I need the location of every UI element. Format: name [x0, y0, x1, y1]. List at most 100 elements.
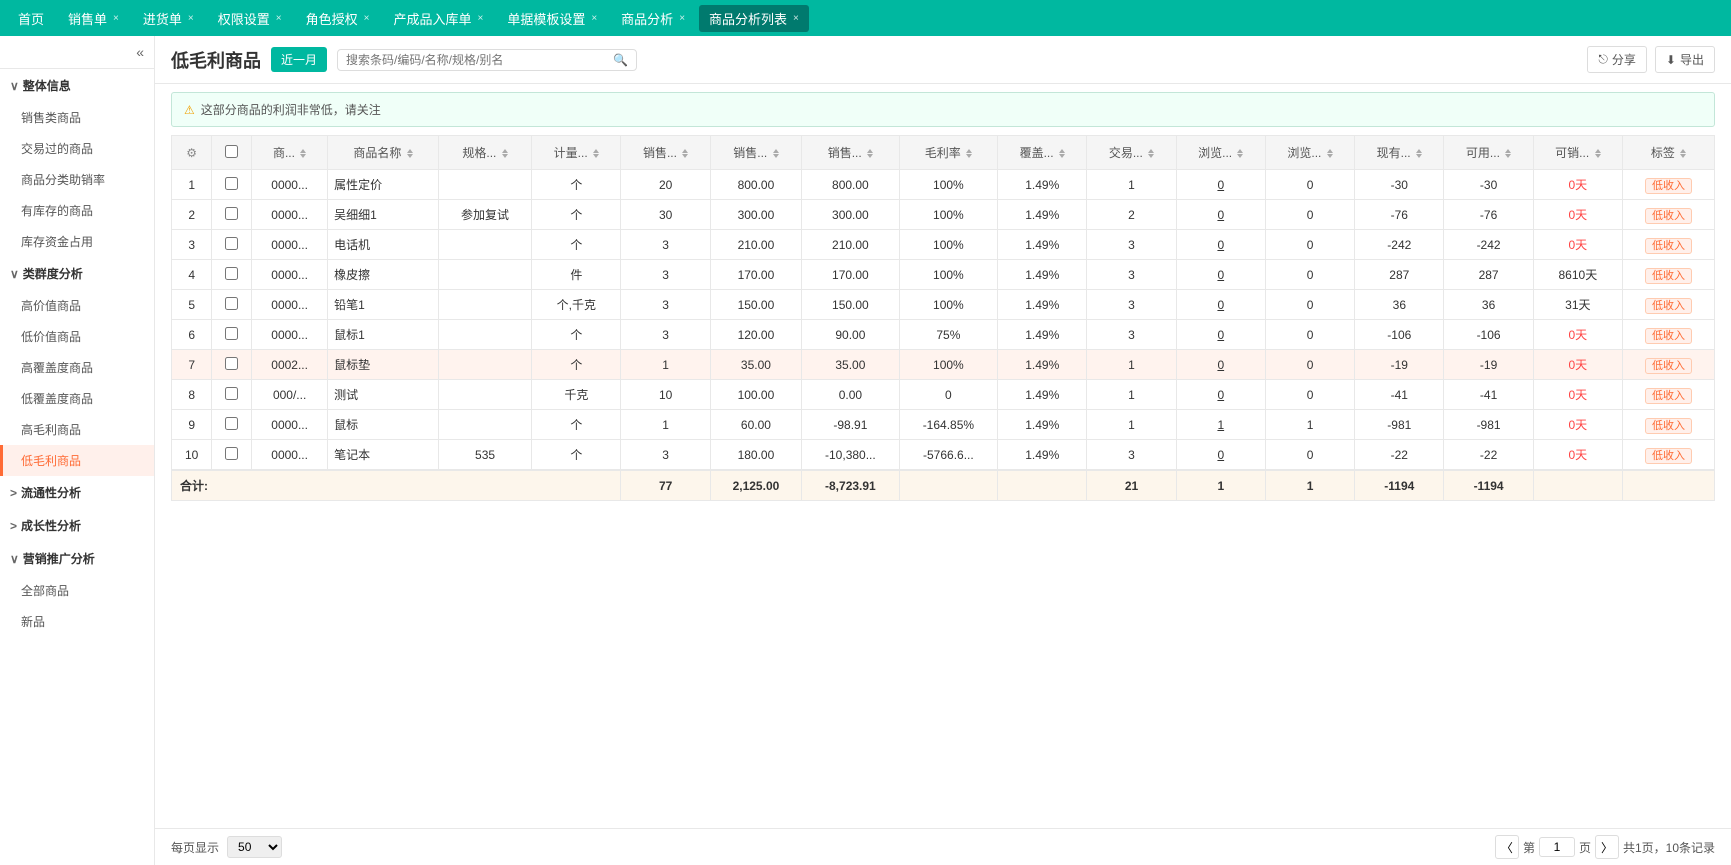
col-saleable[interactable]: 可销...: [1533, 136, 1622, 170]
group-arrow-icon: >: [10, 519, 17, 533]
nav-item-单据模板设置[interactable]: 单据模板设置×: [497, 5, 607, 32]
col-view1[interactable]: 浏览...: [1176, 136, 1265, 170]
view1-link[interactable]: 0: [1217, 448, 1224, 462]
prev-page-button[interactable]: 〈: [1495, 835, 1519, 859]
nav-close-icon[interactable]: ×: [188, 13, 194, 24]
total-transaction: 21: [1087, 470, 1176, 501]
share-button[interactable]: ⎋ 分享: [1587, 46, 1647, 73]
view1-link[interactable]: 0: [1217, 358, 1224, 372]
nav-close-icon[interactable]: ×: [793, 13, 799, 24]
row-checkbox[interactable]: [212, 350, 252, 380]
nav-close-icon[interactable]: ×: [591, 13, 597, 24]
row-view1[interactable]: 0: [1176, 440, 1265, 471]
row-checkbox[interactable]: [212, 410, 252, 440]
nav-close-icon[interactable]: ×: [679, 13, 685, 24]
row-view1[interactable]: 0: [1176, 230, 1265, 260]
sidebar-item-库存资金占用[interactable]: 库存资金占用: [0, 226, 154, 257]
nav-item-首页[interactable]: 首页: [8, 5, 54, 32]
row-sales-price: 60.00: [710, 410, 801, 440]
nav-close-icon[interactable]: ×: [113, 13, 119, 24]
view1-link[interactable]: 0: [1217, 178, 1224, 192]
row-transaction: 3: [1087, 320, 1176, 350]
col-transaction[interactable]: 交易...: [1087, 136, 1176, 170]
col-settings[interactable]: ⚙: [172, 136, 212, 170]
view1-link[interactable]: 0: [1217, 208, 1224, 222]
sidebar-item-低毛利商品[interactable]: 低毛利商品: [0, 445, 154, 476]
sidebar-item-高价值商品[interactable]: 高价值商品: [0, 290, 154, 321]
col-sales-qty[interactable]: 销售...: [621, 136, 710, 170]
view1-link[interactable]: 0: [1217, 328, 1224, 342]
next-page-button[interactable]: 〉: [1595, 835, 1619, 859]
row-checkbox[interactable]: [212, 440, 252, 471]
page-size-select[interactable]: 10 20 50 100: [227, 836, 282, 858]
row-tag: 低收入: [1622, 440, 1714, 471]
sidebar-item-商品分类助销率[interactable]: 商品分类助销率: [0, 164, 154, 195]
sidebar-item-高毛利商品[interactable]: 高毛利商品: [0, 414, 154, 445]
row-view1[interactable]: 0: [1176, 200, 1265, 230]
row-checkbox[interactable]: [212, 320, 252, 350]
view1-link[interactable]: 0: [1217, 238, 1224, 252]
nav-item-进货单[interactable]: 进货单×: [133, 5, 204, 32]
nav-item-商品分析[interactable]: 商品分析×: [611, 5, 695, 32]
col-code[interactable]: 商...: [252, 136, 328, 170]
nav-close-icon[interactable]: ×: [477, 13, 483, 24]
nav-close-icon[interactable]: ×: [364, 13, 370, 24]
sidebar-item-低价值商品[interactable]: 低价值商品: [0, 321, 154, 352]
sidebar-item-新品[interactable]: 新品: [0, 606, 154, 637]
table-row: 8 000/... 测试 千克 10 100.00 0.00 0 1.49% 1…: [172, 380, 1715, 410]
sidebar-item-销售类商品[interactable]: 销售类商品: [0, 102, 154, 133]
row-view1[interactable]: 0: [1176, 350, 1265, 380]
row-checkbox[interactable]: [212, 380, 252, 410]
col-sales-price[interactable]: 销售...: [710, 136, 801, 170]
nav-item-商品分析列表[interactable]: 商品分析列表×: [699, 5, 809, 32]
sidebar-item-全部商品[interactable]: 全部商品: [0, 575, 154, 606]
col-coverage[interactable]: 覆盖...: [998, 136, 1087, 170]
view1-link[interactable]: 0: [1217, 298, 1224, 312]
view1-link[interactable]: 1: [1217, 418, 1224, 432]
row-view1[interactable]: 0: [1176, 380, 1265, 410]
nav-item-角色授权[interactable]: 角色授权×: [296, 5, 380, 32]
col-gross-margin[interactable]: 毛利率: [899, 136, 998, 170]
sidebar-group-类群度分析[interactable]: ∨类群度分析: [0, 257, 154, 290]
col-current-stock[interactable]: 现有...: [1355, 136, 1444, 170]
sidebar-group-成长性分析[interactable]: >成长性分析: [0, 509, 154, 542]
nav-item-销售单[interactable]: 销售单×: [58, 5, 129, 32]
search-icon[interactable]: 🔍: [613, 53, 628, 67]
sidebar-item-交易过的商品[interactable]: 交易过的商品: [0, 133, 154, 164]
col-available[interactable]: 可用...: [1444, 136, 1533, 170]
row-checkbox[interactable]: [212, 200, 252, 230]
col-spec[interactable]: 规格...: [438, 136, 531, 170]
row-view1[interactable]: 0: [1176, 290, 1265, 320]
col-sales-amount[interactable]: 销售...: [802, 136, 900, 170]
search-input[interactable]: [346, 53, 607, 67]
row-checkbox[interactable]: [212, 290, 252, 320]
view1-link[interactable]: 0: [1217, 268, 1224, 282]
export-button[interactable]: ⬇ 导出: [1655, 46, 1715, 73]
row-view1[interactable]: 1: [1176, 410, 1265, 440]
page-input[interactable]: [1539, 837, 1575, 857]
row-view1[interactable]: 0: [1176, 260, 1265, 290]
row-checkbox[interactable]: [212, 170, 252, 200]
col-tag[interactable]: 标签: [1622, 136, 1714, 170]
nav-item-权限设置[interactable]: 权限设置×: [208, 5, 292, 32]
col-unit[interactable]: 计量...: [532, 136, 621, 170]
sidebar-group-整体信息[interactable]: ∨整体信息: [0, 69, 154, 102]
sidebar-item-低覆盖度商品[interactable]: 低覆盖度商品: [0, 383, 154, 414]
row-view1[interactable]: 0: [1176, 320, 1265, 350]
select-all-checkbox[interactable]: [225, 145, 238, 158]
row-checkbox[interactable]: [212, 260, 252, 290]
sidebar-collapse-button[interactable]: «: [136, 44, 144, 60]
view1-link[interactable]: 0: [1217, 388, 1224, 402]
col-checkbox[interactable]: [212, 136, 252, 170]
filter-button[interactable]: 近一月: [271, 47, 327, 72]
row-checkbox[interactable]: [212, 230, 252, 260]
sidebar-group-营销推广分析[interactable]: ∨营销推广分析: [0, 542, 154, 575]
col-view2[interactable]: 浏览...: [1265, 136, 1354, 170]
sidebar-item-高覆盖度商品[interactable]: 高覆盖度商品: [0, 352, 154, 383]
sidebar-item-有库存的商品[interactable]: 有库存的商品: [0, 195, 154, 226]
col-name[interactable]: 商品名称: [328, 136, 439, 170]
nav-close-icon[interactable]: ×: [276, 13, 282, 24]
row-view1[interactable]: 0: [1176, 170, 1265, 200]
nav-item-产成品入库单[interactable]: 产成品入库单×: [383, 5, 493, 32]
sidebar-group-流通性分析[interactable]: >流通性分析: [0, 476, 154, 509]
